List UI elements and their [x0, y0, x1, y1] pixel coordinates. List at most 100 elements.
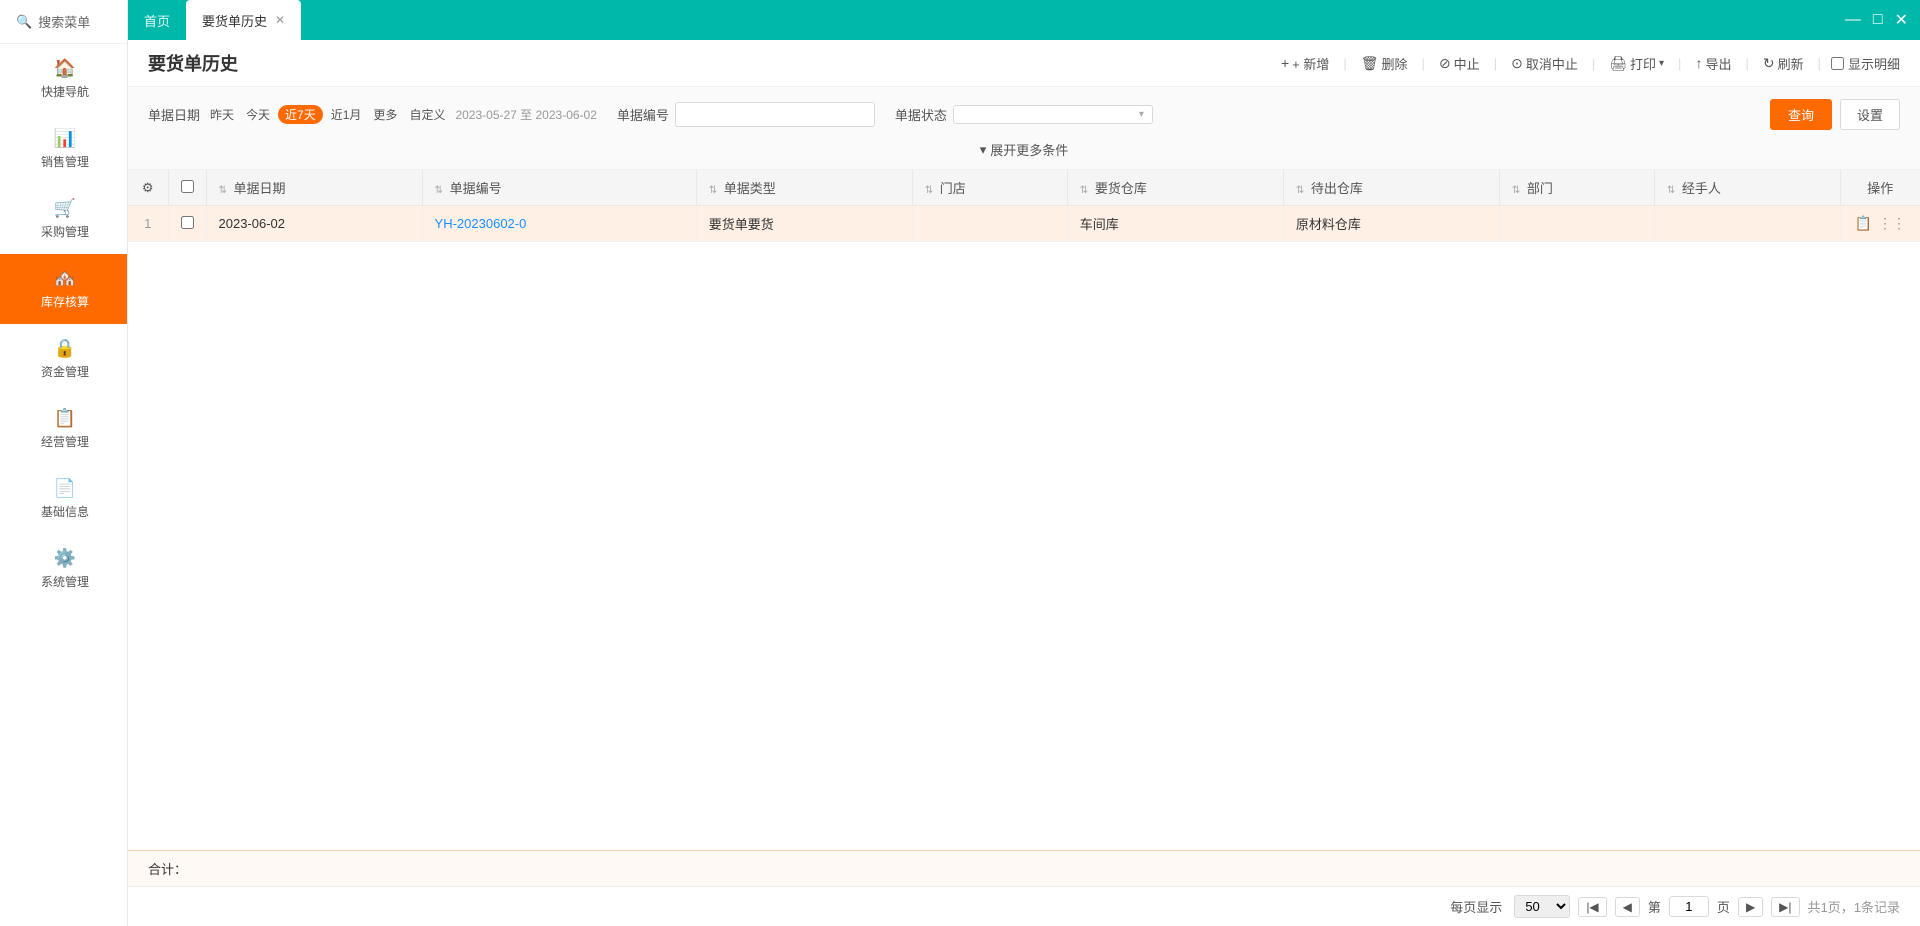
th-actions: 操作 [1840, 170, 1920, 206]
minimize-icon[interactable]: — [1845, 11, 1861, 29]
show-detail-input[interactable] [1831, 57, 1844, 70]
total-info: 共1页，1条记录 [1808, 897, 1900, 916]
view-icon[interactable]: 📋 [1855, 215, 1872, 232]
cancel-stop-label: 取消中止 [1526, 54, 1578, 73]
page-size-label: 每页显示 [1450, 897, 1502, 916]
delete-button[interactable]: 🗑 删除 [1357, 54, 1412, 73]
doc-status-select[interactable]: ▾ [953, 105, 1153, 124]
th-doc-no: ⇅ 单据编号 [422, 170, 696, 206]
row-checkbox[interactable] [181, 216, 194, 229]
sort-icon: ⇅ [925, 185, 933, 196]
filter-doc-status: 单据状态 ▾ [895, 105, 1153, 124]
separator-5: | [1678, 56, 1681, 71]
separator-7: | [1818, 56, 1821, 71]
data-table: ⚙ ⇅ 单据日期 ⇅ 单据编号 [128, 170, 1920, 242]
page-unit: 页 [1717, 897, 1730, 916]
delete-icon: 🗑 [1361, 55, 1379, 72]
date-btn-more[interactable]: 更多 [369, 105, 401, 124]
tab-home[interactable]: 首页 [128, 0, 186, 40]
cancel-stop-icon: ⊙ [1511, 55, 1523, 72]
td-handler [1654, 206, 1840, 242]
sidebar-item-label: 销售管理 [41, 153, 89, 170]
sidebar-item-quick-nav[interactable]: 🏠 快捷导航 [0, 44, 127, 114]
sidebar-item-label: 资金管理 [41, 363, 89, 380]
purchase-icon: 🛒 [54, 198, 76, 219]
td-doc-no[interactable]: YH-20230602-0 [422, 206, 696, 242]
topbar-right: — □ ✕ [1845, 10, 1920, 30]
show-detail-label: 显示明细 [1848, 54, 1900, 73]
sidebar-item-label: 库存核算 [41, 293, 89, 310]
export-button[interactable]: ↑ 导出 [1691, 54, 1735, 73]
tab-requisition-history[interactable]: 要货单历史 ✕ [186, 0, 301, 40]
date-btn-custom[interactable]: 自定义 [405, 105, 449, 124]
date-btn-1month[interactable]: 近1月 [327, 105, 366, 124]
print-button[interactable]: 🖨 打印 ▾ [1605, 54, 1668, 73]
main-area: 首页 要货单历史 ✕ — □ ✕ 要货单历史 + + 新增 | 🗑 删除 [128, 0, 1920, 926]
sidebar-item-operation[interactable]: 📋 经营管理 [0, 394, 127, 464]
sidebar-item-system[interactable]: ⚙️ 系统管理 [0, 534, 127, 604]
date-btn-today[interactable]: 今天 [242, 105, 274, 124]
sort-icon: ⇅ [1667, 185, 1675, 196]
doc-no-input[interactable] [675, 102, 875, 127]
sidebar-item-sales[interactable]: 📊 销售管理 [0, 114, 127, 184]
doc-date-label: 单据日期 [148, 105, 200, 124]
export-label: 导出 [1705, 54, 1731, 73]
settings-icon[interactable]: ⚙ [142, 180, 154, 195]
sales-icon: 📊 [54, 128, 76, 149]
query-button[interactable]: 查询 [1770, 99, 1832, 130]
sidebar-item-finance[interactable]: 🔒 资金管理 [0, 324, 127, 394]
stop-button[interactable]: ⊘ 中止 [1435, 54, 1484, 73]
sidebar-item-purchase[interactable]: 🛒 采购管理 [0, 184, 127, 254]
expand-more-button[interactable]: ▾ 展开更多条件 [148, 136, 1900, 163]
page-number-input[interactable] [1669, 896, 1709, 917]
show-detail-checkbox[interactable]: 显示明细 [1831, 54, 1900, 73]
sidebar-item-label: 采购管理 [41, 223, 89, 240]
delete-label: 删除 [1382, 54, 1408, 73]
close-window-icon[interactable]: ✕ [1895, 10, 1908, 30]
pagination: 每页显示 20 50 100 200 |◀ ◀ 第 页 ▶ ▶| 共1页，1条记… [128, 886, 1920, 926]
page-header: 要货单历史 + + 新增 | 🗑 删除 | ⊘ 中止 | ⊙ [128, 40, 1920, 87]
page-size-select[interactable]: 20 50 100 200 [1514, 895, 1570, 918]
doc-status-label: 单据状态 [895, 105, 947, 124]
th-check [168, 170, 206, 206]
date-btn-7days[interactable]: 近7天 [278, 105, 323, 124]
new-button[interactable]: + + 新增 [1277, 54, 1333, 73]
sidebar-item-inventory[interactable]: 🏘️ 库存核算 [0, 254, 127, 324]
table-area: ⚙ ⇅ 单据日期 ⇅ 单据编号 [128, 170, 1920, 850]
home-icon: 🏠 [54, 58, 76, 79]
sidebar-search[interactable]: 🔍 搜索菜单 [0, 0, 127, 44]
th-handler: ⇅ 经手人 [1654, 170, 1840, 206]
date-btn-yesterday[interactable]: 昨天 [206, 105, 238, 124]
tab-close-icon[interactable]: ✕ [275, 13, 285, 27]
th-doc-type: ⇅ 单据类型 [696, 170, 912, 206]
prev-page-button[interactable]: ◀ [1615, 897, 1640, 917]
filter-doc-no: 单据编号 [617, 102, 875, 127]
th-settings: ⚙ [128, 170, 168, 206]
settings-button[interactable]: 设置 [1840, 99, 1900, 130]
td-pending-warehouse: 原材料仓库 [1283, 206, 1499, 242]
system-icon: ⚙️ [54, 548, 76, 569]
date-buttons: 昨天 今天 近7天 近1月 更多 自定义 [206, 105, 449, 124]
separator-3: | [1494, 56, 1497, 71]
basic-icon: 📄 [54, 478, 76, 499]
select-all-checkbox[interactable] [181, 180, 194, 193]
th-dept: ⇅ 部门 [1499, 170, 1654, 206]
sidebar-item-basic[interactable]: 📄 基础信息 [0, 464, 127, 534]
row-action-icons: 📋 ⋮⋮ [1853, 215, 1909, 232]
refresh-button[interactable]: ↻ 刷新 [1759, 54, 1808, 73]
more-icon[interactable]: ⋮⋮ [1878, 215, 1906, 232]
td-actions: 📋 ⋮⋮ [1840, 206, 1920, 242]
separator-2: | [1422, 56, 1425, 71]
first-page-button[interactable]: |◀ [1578, 897, 1606, 917]
sort-icon: ⇅ [435, 185, 443, 196]
maximize-icon[interactable]: □ [1873, 11, 1883, 29]
td-dept [1499, 206, 1654, 242]
doc-no-link[interactable]: YH-20230602-0 [435, 216, 527, 231]
table-header-row: ⚙ ⇅ 单据日期 ⇅ 单据编号 [128, 170, 1920, 206]
td-req-warehouse: 车间库 [1067, 206, 1283, 242]
sidebar: 🔍 搜索菜单 🏠 快捷导航 📊 销售管理 🛒 采购管理 🏘️ 库存核算 🔒 资金… [0, 0, 128, 926]
sidebar-item-label: 基础信息 [41, 503, 89, 520]
cancel-stop-button[interactable]: ⊙ 取消中止 [1507, 54, 1582, 73]
next-page-button[interactable]: ▶ [1738, 897, 1763, 917]
last-page-button[interactable]: ▶| [1771, 897, 1799, 917]
